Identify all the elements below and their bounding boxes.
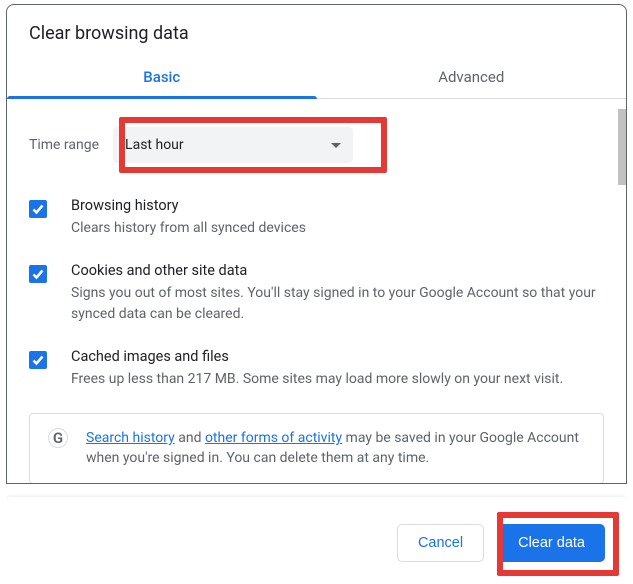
dialog-footer: Cancel Clear data (0, 500, 633, 584)
time-range-value: Last hour (125, 137, 184, 153)
tabs: Basic Advanced (7, 58, 626, 99)
link-other-activity[interactable]: other forms of activity (205, 430, 342, 446)
option-cache: Cached images and files Frees up less th… (29, 338, 604, 403)
option-desc: Clears history from all synced devices (71, 218, 604, 238)
checkbox-cookies[interactable] (29, 265, 47, 283)
footer-shadow (8, 497, 625, 501)
option-browsing-history: Browsing history Clears history from all… (29, 187, 604, 252)
checkbox-cache[interactable] (29, 351, 47, 369)
checkbox-browsing-history[interactable] (29, 200, 47, 218)
option-desc: Frees up less than 217 MB. Some sites ma… (71, 369, 604, 389)
google-notice-text: Search history and other forms of activi… (86, 428, 585, 469)
google-account-notice: G Search history and other forms of acti… (29, 413, 604, 484)
scrollbar[interactable] (618, 109, 626, 479)
google-icon: G (48, 428, 68, 448)
dialog-content: Time range Last hour Browsing history Cl… (7, 99, 626, 484)
scrollbar-thumb[interactable] (618, 109, 626, 185)
dialog-title: Clear browsing data (7, 5, 626, 58)
option-title: Browsing history (71, 197, 604, 214)
tab-basic[interactable]: Basic (7, 58, 317, 98)
time-range-select[interactable]: Last hour (113, 127, 353, 163)
option-title: Cached images and files (71, 348, 604, 365)
chevron-down-icon (331, 143, 341, 148)
option-desc: Signs you out of most sites. You'll stay… (71, 283, 604, 324)
notice-text-mid: and (175, 430, 205, 446)
option-cookies: Cookies and other site data Signs you ou… (29, 252, 604, 338)
link-search-history[interactable]: Search history (86, 430, 175, 446)
option-title: Cookies and other site data (71, 262, 604, 279)
cancel-button[interactable]: Cancel (397, 524, 484, 562)
time-range-label: Time range (29, 137, 99, 153)
clear-browsing-data-dialog: Clear browsing data Basic Advanced Time … (6, 4, 627, 484)
time-range-row: Time range Last hour (29, 99, 604, 187)
tab-advanced[interactable]: Advanced (317, 58, 627, 98)
clear-data-button[interactable]: Clear data (498, 524, 605, 562)
